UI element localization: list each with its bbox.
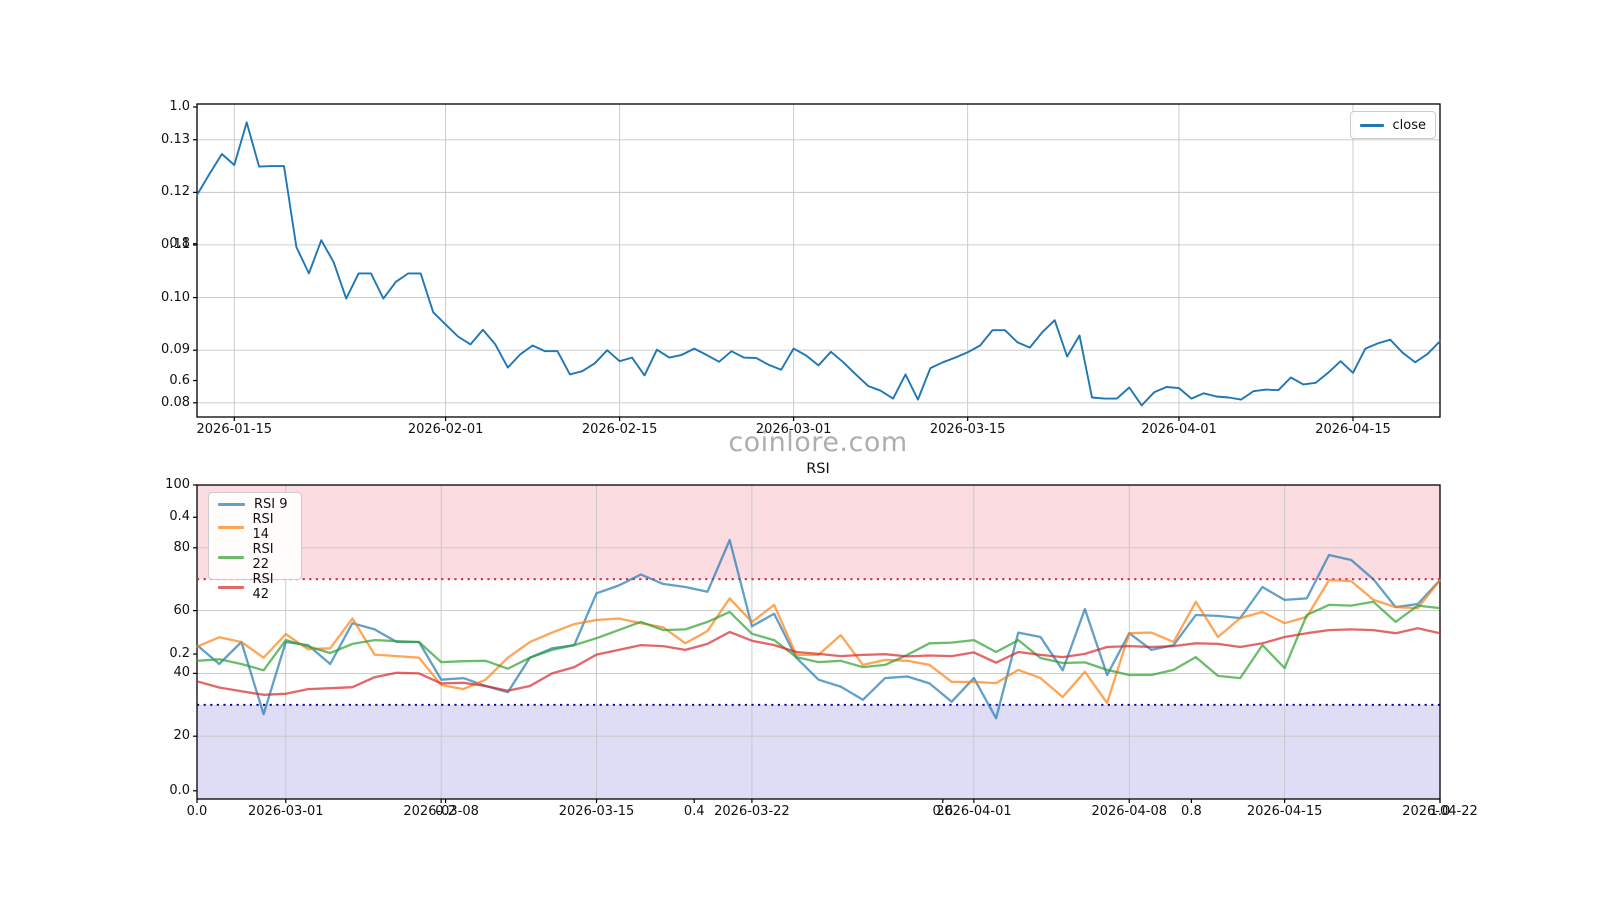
price-x-tick-label: 2026-03-01	[755, 422, 832, 437]
overlay-y-tick-label: 0.8	[169, 235, 190, 251]
rsi-x-tick-label: 2026-04-15	[1246, 804, 1323, 819]
rsi-x-tick-label: 2026-04-08	[1091, 804, 1168, 819]
close-line-sample	[1360, 123, 1384, 127]
price-y-tick-label: 0.08	[161, 394, 190, 410]
legend-row-close: close	[1351, 118, 1435, 133]
overlay-x-tick-label: 0.8	[1181, 804, 1202, 819]
rsi22-line-sample	[218, 555, 244, 559]
overlay-y-tick-label: 0.0	[169, 782, 190, 798]
rsi42-line-sample	[218, 585, 244, 589]
overlay-x-tick-label: 1.0	[1429, 804, 1451, 819]
price-y-tick-label: 0.12	[161, 184, 190, 200]
rsi9-line-sample	[218, 503, 245, 506]
price-x-tick-label: 2026-01-15	[196, 422, 273, 437]
legend-rsi: RSI 9 RSI 14 RSI 22 RSI 42	[208, 492, 302, 602]
overlay-x-tick-label: 0.6	[932, 804, 954, 819]
overlay-x-tick-label: 0.0	[186, 804, 208, 819]
price-panel-frame	[196, 103, 1441, 418]
legend-label-rsi42: RSI 42	[252, 572, 274, 602]
overlay-y-tick-label: 0.6	[169, 372, 190, 388]
overbought-band	[197, 485, 1440, 580]
chart-figure: coinlore.com RSI close RSI 9 RSI 14 RSI …	[0, 0, 1600, 900]
legend-label-rsi9: RSI 9	[254, 497, 288, 512]
rsi14-line-sample	[218, 525, 244, 529]
overlay-x-tick-label: 0.2	[435, 804, 456, 819]
rsi-y-tick-label: 100	[165, 477, 190, 492]
legend-label-rsi14: RSI 14	[252, 512, 274, 542]
price-x-tick-label: 2026-04-01	[1141, 422, 1217, 437]
rsi-y-tick-label: 60	[173, 602, 190, 618]
rsi-x-tick-label: 2026-03-15	[558, 804, 635, 819]
price-x-tick-label: 2026-02-01	[407, 422, 484, 437]
legend-row-rsi22: RSI 22	[209, 542, 301, 572]
price-x-tick-label: 2026-02-15	[581, 422, 658, 437]
price-y-tick-label: 0.09	[161, 342, 190, 358]
oversold-band	[197, 704, 1440, 799]
rsi-y-tick-label: 20	[173, 728, 190, 744]
legend-label-close: close	[1392, 117, 1426, 133]
overlay-y-tick-label: 0.2	[169, 646, 190, 662]
legend-row-rsi14: RSI 14	[209, 512, 301, 542]
price-y-tick-label: 0.10	[161, 289, 190, 305]
legend-row-rsi42: RSI 42	[209, 572, 301, 602]
legend-close: close	[1350, 111, 1436, 139]
rsi-y-tick-label: 40	[173, 665, 190, 681]
rsi-panel-title: RSI	[806, 461, 830, 477]
rsi-y-tick-label: 80	[173, 539, 190, 555]
price-x-tick-label: 2026-03-15	[929, 422, 1006, 437]
overlay-x-tick-label: 0.4	[683, 804, 705, 819]
price-x-tick-label: 2026-04-15	[1315, 422, 1391, 437]
overlay-y-tick-label: 1.0	[169, 99, 190, 114]
rsi-x-tick-label: 2026-03-01	[248, 804, 324, 819]
rsi-x-tick-label: 2026-03-22	[714, 804, 790, 819]
legend-row-rsi9: RSI 9	[209, 497, 301, 512]
overlay-y-tick-label: 0.4	[169, 509, 190, 525]
price-y-tick-label: 0.13	[161, 131, 190, 147]
close-line	[196, 121, 1441, 407]
legend-label-rsi22: RSI 22	[252, 542, 274, 572]
